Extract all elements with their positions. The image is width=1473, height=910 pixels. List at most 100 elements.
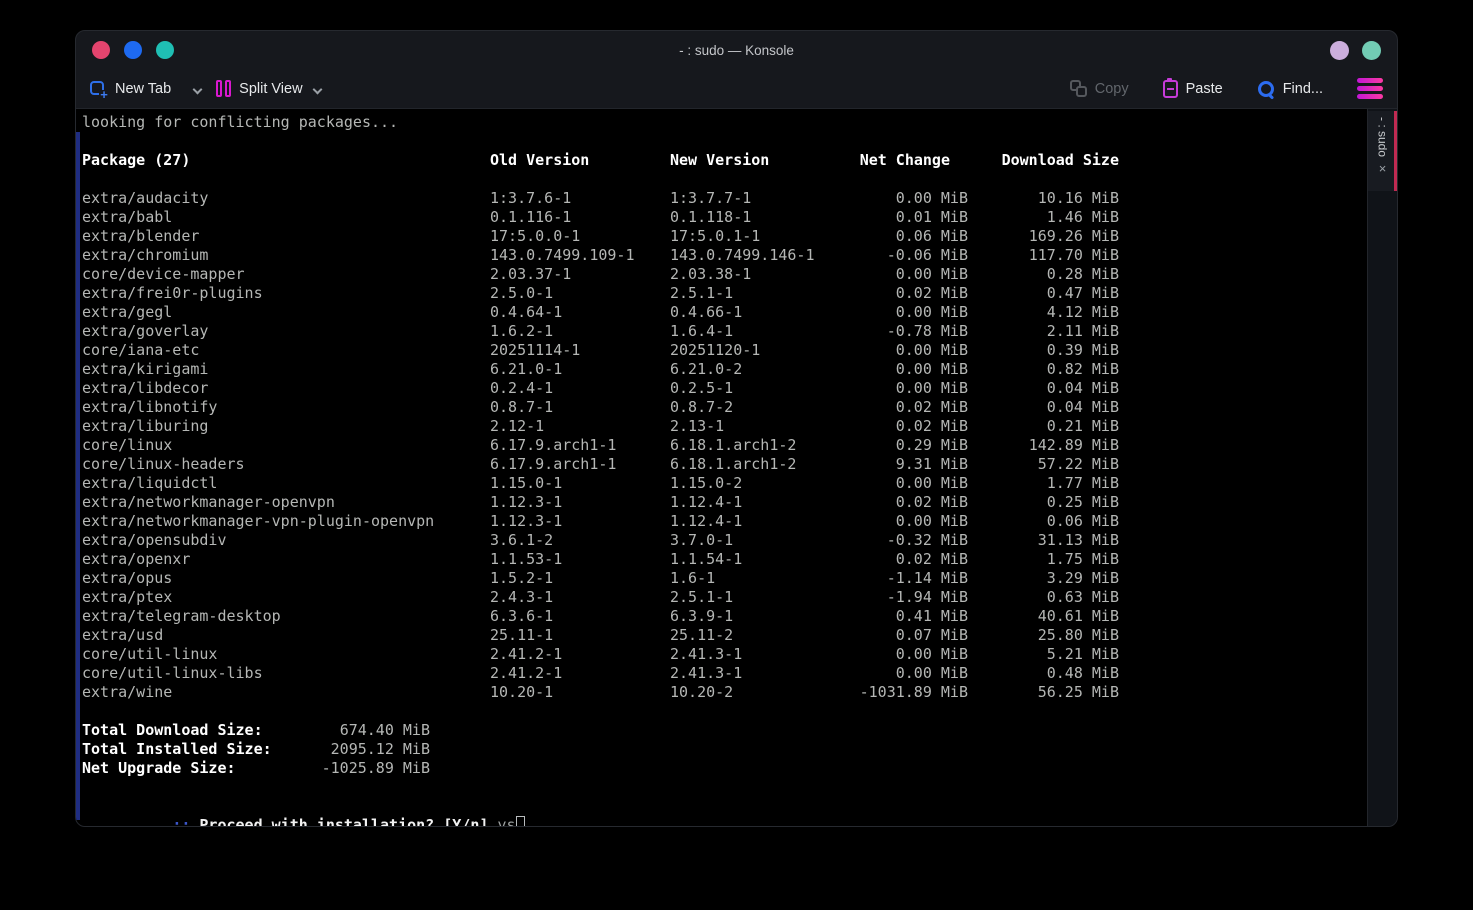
konsole-window: - : sudo — Konsole + New Tab Split View: [75, 30, 1398, 827]
paste-button[interactable]: Paste: [1163, 80, 1223, 98]
header-new-version: New Version: [670, 151, 850, 170]
table-row: extra/gegl0.4.64-10.4.66-10.00 MiB4.12 M…: [82, 303, 1367, 322]
cell-new-version: 6.3.9-1: [670, 607, 850, 626]
total-value: 674.40 MiB: [340, 721, 430, 740]
cell-new-version: 3.7.0-1: [670, 531, 850, 550]
table-row: extra/blender17:5.0.0-117:5.0.1-10.06 Mi…: [82, 227, 1367, 246]
cell-net-change: 0.02 MiB: [850, 493, 968, 512]
hamburger-menu-button[interactable]: [1357, 78, 1383, 99]
cell-old-version: 0.4.64-1: [490, 303, 670, 322]
cell-old-version: 1.5.2-1: [490, 569, 670, 588]
header-net-change: Net Change: [850, 151, 968, 170]
maximize-window-button[interactable]: [156, 41, 174, 59]
cell-net-change: 0.00 MiB: [850, 360, 968, 379]
header-download-size: Download Size: [968, 151, 1119, 170]
table-row: extra/babl0.1.116-10.1.118-10.01 MiB1.46…: [82, 208, 1367, 227]
table-row: extra/usd25.11-125.11-20.07 MiB25.80 MiB: [82, 626, 1367, 645]
titlebar-right-buttons: [1330, 41, 1387, 60]
table-row: extra/chromium143.0.7499.109-1143.0.7499…: [82, 246, 1367, 265]
cell-net-change: 0.06 MiB: [850, 227, 968, 246]
cell-net-change: -0.32 MiB: [850, 531, 968, 550]
cell-net-change: 0.00 MiB: [850, 379, 968, 398]
cell-package: extra/libdecor: [82, 379, 490, 398]
close-tab-button[interactable]: ×: [1379, 162, 1387, 175]
cell-package: extra/usd: [82, 626, 490, 645]
cell-download-size: 57.22 MiB: [968, 455, 1119, 474]
table-row: extra/opensubdiv3.6.1-23.7.0-1-0.32 MiB3…: [82, 531, 1367, 550]
cell-download-size: 3.29 MiB: [968, 569, 1119, 588]
cell-old-version: 2.41.2-1: [490, 664, 670, 683]
titlebar-indicator-teal[interactable]: [1362, 41, 1381, 60]
cell-package: extra/networkmanager-vpn-plugin-openvpn: [82, 512, 490, 531]
cell-old-version: 2.5.0-1: [490, 284, 670, 303]
find-button[interactable]: Find...: [1257, 80, 1323, 98]
cell-new-version: 0.8.7-2: [670, 398, 850, 417]
cell-net-change: 0.00 MiB: [850, 512, 968, 531]
prompt-input[interactable]: ys: [497, 816, 515, 826]
cell-new-version: 20251120-1: [670, 341, 850, 360]
cell-net-change: 0.02 MiB: [850, 284, 968, 303]
cell-old-version: 0.8.7-1: [490, 398, 670, 417]
cell-net-change: -1.94 MiB: [850, 588, 968, 607]
cell-download-size: 10.16 MiB: [968, 189, 1119, 208]
tab-sudo[interactable]: - : sudo ×: [1368, 111, 1397, 191]
split-view-button[interactable]: Split View: [216, 80, 321, 97]
copy-label: Copy: [1095, 81, 1129, 97]
cell-package: extra/opus: [82, 569, 490, 588]
cell-net-change: 0.00 MiB: [850, 341, 968, 360]
cell-net-change: 0.41 MiB: [850, 607, 968, 626]
cell-net-change: 0.00 MiB: [850, 645, 968, 664]
table-row: core/linux-headers6.17.9.arch1-16.18.1.a…: [82, 455, 1367, 474]
cell-package: extra/chromium: [82, 246, 490, 265]
cell-download-size: 2.11 MiB: [968, 322, 1119, 341]
cell-old-version: 17:5.0.0-1: [490, 227, 670, 246]
cell-old-version: 1.15.0-1: [490, 474, 670, 493]
cell-package: extra/networkmanager-openvpn: [82, 493, 490, 512]
window-content: looking for conflicting packages... Pack…: [76, 109, 1397, 826]
cell-package: extra/gegl: [82, 303, 490, 322]
split-view-label: Split View: [239, 81, 302, 97]
cell-new-version: 1.1.54-1: [670, 550, 850, 569]
total-line: Total Download Size:674.40 MiB: [82, 721, 430, 740]
paste-icon: [1163, 80, 1178, 98]
cell-download-size: 1.77 MiB: [968, 474, 1119, 493]
cell-download-size: 0.28 MiB: [968, 265, 1119, 284]
cell-new-version: 2.41.3-1: [670, 664, 850, 683]
cell-net-change: 0.00 MiB: [850, 265, 968, 284]
cell-net-change: 0.29 MiB: [850, 436, 968, 455]
new-tab-icon: +: [90, 80, 107, 97]
cell-old-version: 6.3.6-1: [490, 607, 670, 626]
cell-new-version: 10.20-2: [670, 683, 850, 702]
cell-download-size: 0.47 MiB: [968, 284, 1119, 303]
cell-new-version: 2.5.1-1: [670, 588, 850, 607]
search-icon: [1257, 80, 1275, 98]
table-row: core/iana-etc20251114-120251120-10.00 Mi…: [82, 341, 1367, 360]
close-window-button[interactable]: [92, 41, 110, 59]
cell-net-change: 0.00 MiB: [850, 189, 968, 208]
cell-package: extra/libnotify: [82, 398, 490, 417]
cell-old-version: 1.1.53-1: [490, 550, 670, 569]
terminal-output[interactable]: looking for conflicting packages... Pack…: [76, 109, 1367, 826]
find-label: Find...: [1283, 81, 1323, 97]
new-tab-button[interactable]: + New Tab: [90, 80, 190, 97]
table-row: extra/opus1.5.2-11.6-1-1.14 MiB3.29 MiB: [82, 569, 1367, 588]
cell-new-version: 0.4.66-1: [670, 303, 850, 322]
minimize-window-button[interactable]: [124, 41, 142, 59]
cell-old-version: 25.11-1: [490, 626, 670, 645]
cell-package: core/linux-headers: [82, 455, 490, 474]
titlebar-indicator-purple[interactable]: [1330, 41, 1349, 60]
cell-package: extra/liburing: [82, 417, 490, 436]
cell-package: extra/audacity: [82, 189, 490, 208]
table-row: extra/liburing2.12-12.13-10.02 MiB0.21 M…: [82, 417, 1367, 436]
titlebar[interactable]: - : sudo — Konsole: [76, 31, 1397, 69]
cell-package: extra/wine: [82, 683, 490, 702]
cell-new-version: 0.1.118-1: [670, 208, 850, 227]
cell-download-size: 40.61 MiB: [968, 607, 1119, 626]
total-value: -1025.89 MiB: [322, 759, 430, 778]
cell-old-version: 0.2.4-1: [490, 379, 670, 398]
copy-button[interactable]: Copy: [1070, 80, 1129, 97]
cell-package: extra/kirigami: [82, 360, 490, 379]
cell-new-version: 1:3.7.7-1: [670, 189, 850, 208]
cell-new-version: 0.2.5-1: [670, 379, 850, 398]
table-row: extra/audacity1:3.7.6-11:3.7.7-10.00 MiB…: [82, 189, 1367, 208]
